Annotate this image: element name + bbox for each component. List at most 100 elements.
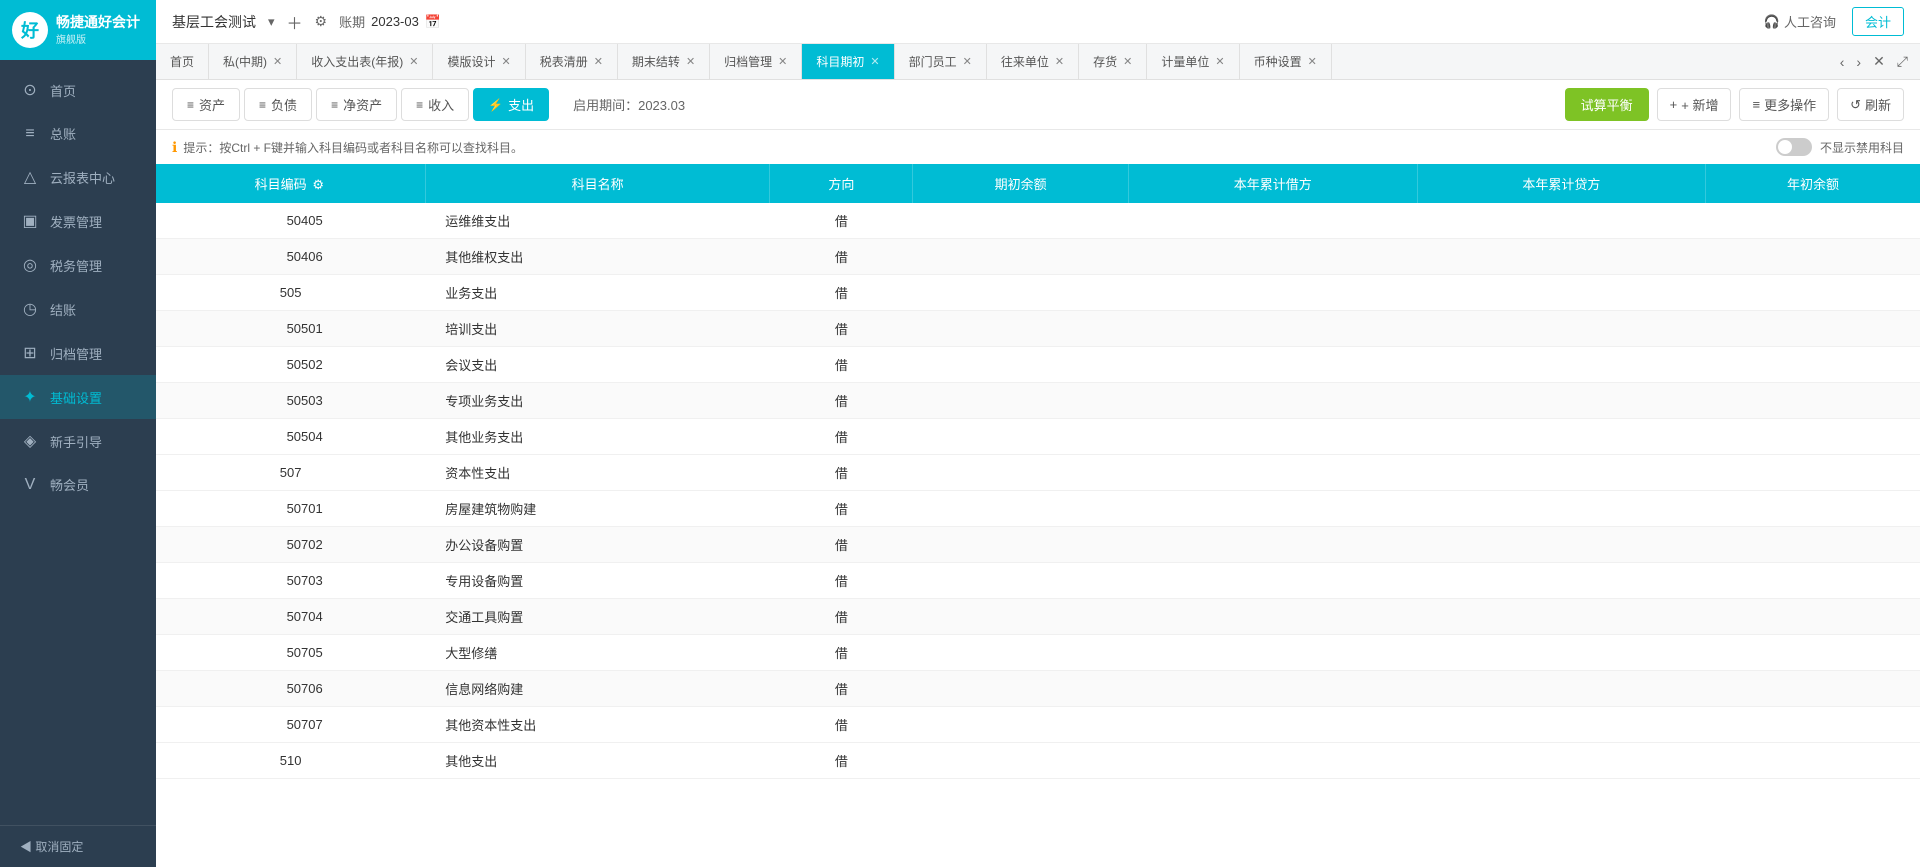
topbar-settings-icon[interactable]: ⚙ [315,13,328,30]
support-btn[interactable]: 🎧 人工咨询 [1764,12,1836,31]
company-dropdown-icon[interactable]: ▾ [268,14,275,30]
tab-dept-staff[interactable]: 部门员工 ✕ [895,44,987,80]
sidebar-item-tax[interactable]: ◎ 税务管理 [0,243,156,287]
tab-inventory[interactable]: 存货 ✕ [1079,44,1147,80]
sidebar-collapse-btn[interactable]: ◀ 取消固定 [0,825,156,867]
sidebar-item-ledger[interactable]: ≡ 总账 [0,112,156,155]
tab-close-icon[interactable]: ✕ [409,55,418,68]
table-row[interactable]: 505业务支出借 [156,275,1920,311]
table-row[interactable]: 50707其他资本性支出借 [156,707,1920,743]
refresh-btn[interactable]: ↺ 刷新 [1837,88,1904,121]
cell-year-opening [1706,203,1920,239]
cell-code: 50705 [156,635,425,671]
tab-currency[interactable]: 币种设置 ✕ [1240,44,1332,80]
sidebar-item-home[interactable]: ⊙ 首页 [0,68,156,112]
user-role-btn[interactable]: 会计 [1852,7,1904,36]
more-icon: ≡ [1752,97,1760,112]
tab-unit[interactable]: 计量单位 ✕ [1147,44,1239,80]
add-btn[interactable]: + + 新增 [1657,88,1732,121]
cell-opening-balance [913,419,1129,455]
cell-ytd-debit [1129,707,1418,743]
tabs-close-all-btn[interactable]: ✕ [1869,51,1889,72]
table-row[interactable]: 50504其他业务支出借 [156,419,1920,455]
subtab-liability[interactable]: ≡ 负债 [244,88,312,121]
tab-close-icon[interactable]: ✕ [963,55,972,68]
headphone-icon: 🎧 [1764,14,1780,30]
sidebar-item-settings[interactable]: ✦ 基础设置 [0,375,156,419]
tab-period-end[interactable]: 期末结转 ✕ [618,44,710,80]
cell-direction: 借 [770,599,913,635]
table-row[interactable]: 50405运维维支出借 [156,203,1920,239]
col-name: 科目名称 [425,164,770,203]
tab-subject-init[interactable]: 科目期初 ✕ [802,44,894,80]
tab-close-icon[interactable]: ✕ [1123,55,1132,68]
balance-btn[interactable]: 试算平衡 [1565,88,1649,121]
tab-close-icon[interactable]: ✕ [686,55,695,68]
sidebar-item-cloud[interactable]: △ 云报表中心 [0,155,156,199]
tab-close-icon[interactable]: ✕ [594,55,603,68]
subtab-income[interactable]: ≡ 收入 [401,88,469,121]
table-row[interactable]: 50503专项业务支出借 [156,383,1920,419]
cell-year-opening [1706,455,1920,491]
table-row[interactable]: 50502会议支出借 [156,347,1920,383]
table-row[interactable]: 50704交通工具购置借 [156,599,1920,635]
cell-direction: 借 [770,275,913,311]
tab-close-icon[interactable]: ✕ [1055,55,1064,68]
subtab-expense[interactable]: ⚡ 支出 [473,88,549,121]
tab-contacts[interactable]: 往来单位 ✕ [987,44,1079,80]
disable-toggle[interactable] [1776,138,1812,156]
table-row[interactable]: 50702办公设备购置借 [156,527,1920,563]
table-row[interactable]: 50406其他维权支出借 [156,239,1920,275]
tabs-prev-btn[interactable]: ‹ [1836,52,1849,72]
tab-close-icon[interactable]: ✕ [870,55,879,68]
cell-opening-balance [913,635,1129,671]
cell-name: 专用设备购置 [425,563,770,599]
table-body: 50405运维维支出借50406其他维权支出借505业务支出借50501培训支出… [156,203,1920,779]
cell-ytd-credit [1417,455,1706,491]
table-row[interactable]: 50701房屋建筑物购建借 [156,491,1920,527]
col-ytd-debit: 本年累计借方 [1129,164,1418,203]
column-settings-icon[interactable]: ⚙ [310,177,326,193]
tab-close-icon[interactable]: ✕ [1308,55,1317,68]
tabs-expand-btn[interactable]: ⤢ [1893,51,1912,72]
tab-income-annual[interactable]: 收入支出表(年报) ✕ [297,44,433,80]
table-row[interactable]: 50706信息网络购建借 [156,671,1920,707]
subtab-net-asset[interactable]: ≡ 净资产 [316,88,397,121]
cell-code: 50406 [156,239,425,275]
cell-opening-balance [913,383,1129,419]
sidebar-nav: ⊙ 首页 ≡ 总账 △ 云报表中心 ▣ 发票管理 ◎ 税务管理 ◷ 结账 ⊞ 归… [0,60,156,825]
add-tab-btn[interactable]: ＋ [287,10,303,34]
tab-close-icon[interactable]: ✕ [273,55,282,68]
table-row[interactable]: 50703专用设备购置借 [156,563,1920,599]
tab-template[interactable]: 模版设计 ✕ [433,44,525,80]
tab-close-icon[interactable]: ✕ [1215,55,1224,68]
tab-archive[interactable]: 归档管理 ✕ [710,44,802,80]
sidebar-item-guide[interactable]: ◈ 新手引导 [0,419,156,463]
sidebar-item-vip[interactable]: V 畅会员 [0,463,156,506]
more-ops-btn[interactable]: ≡ 更多操作 [1739,88,1829,121]
cell-opening-balance [913,599,1129,635]
sidebar-item-close[interactable]: ◷ 结账 [0,287,156,331]
cell-name: 专项业务支出 [425,383,770,419]
table-row[interactable]: 510其他支出借 [156,743,1920,779]
subtab-asset[interactable]: ≡ 资产 [172,88,240,121]
tab-close-icon[interactable]: ✕ [778,55,787,68]
cell-opening-balance [913,527,1129,563]
cell-ytd-debit [1129,563,1418,599]
sidebar-item-archive[interactable]: ⊞ 归档管理 [0,331,156,375]
table-row[interactable]: 50705大型修缮借 [156,635,1920,671]
col-ytd-credit: 本年累计贷方 [1417,164,1706,203]
table-row[interactable]: 507资本性支出借 [156,455,1920,491]
table-row[interactable]: 50501培训支出借 [156,311,1920,347]
tab-tax-table[interactable]: 税表清册 ✕ [526,44,618,80]
tip-bar: ℹ 提示：按Ctrl + F键并输入科目编码或者科目名称可以查找科目。 不显示禁… [156,130,1920,164]
cell-direction: 借 [770,707,913,743]
tab-close-icon[interactable]: ✕ [501,55,510,68]
tab-home[interactable]: 首页 [156,44,209,80]
cell-ytd-debit [1129,455,1418,491]
cell-name: 其他维权支出 [425,239,770,275]
tabs-next-btn[interactable]: › [1852,52,1865,72]
calendar-icon[interactable]: 📅 [425,14,441,30]
tab-period-mid[interactable]: 私(中期) ✕ [209,44,297,80]
sidebar-item-invoice[interactable]: ▣ 发票管理 [0,199,156,243]
